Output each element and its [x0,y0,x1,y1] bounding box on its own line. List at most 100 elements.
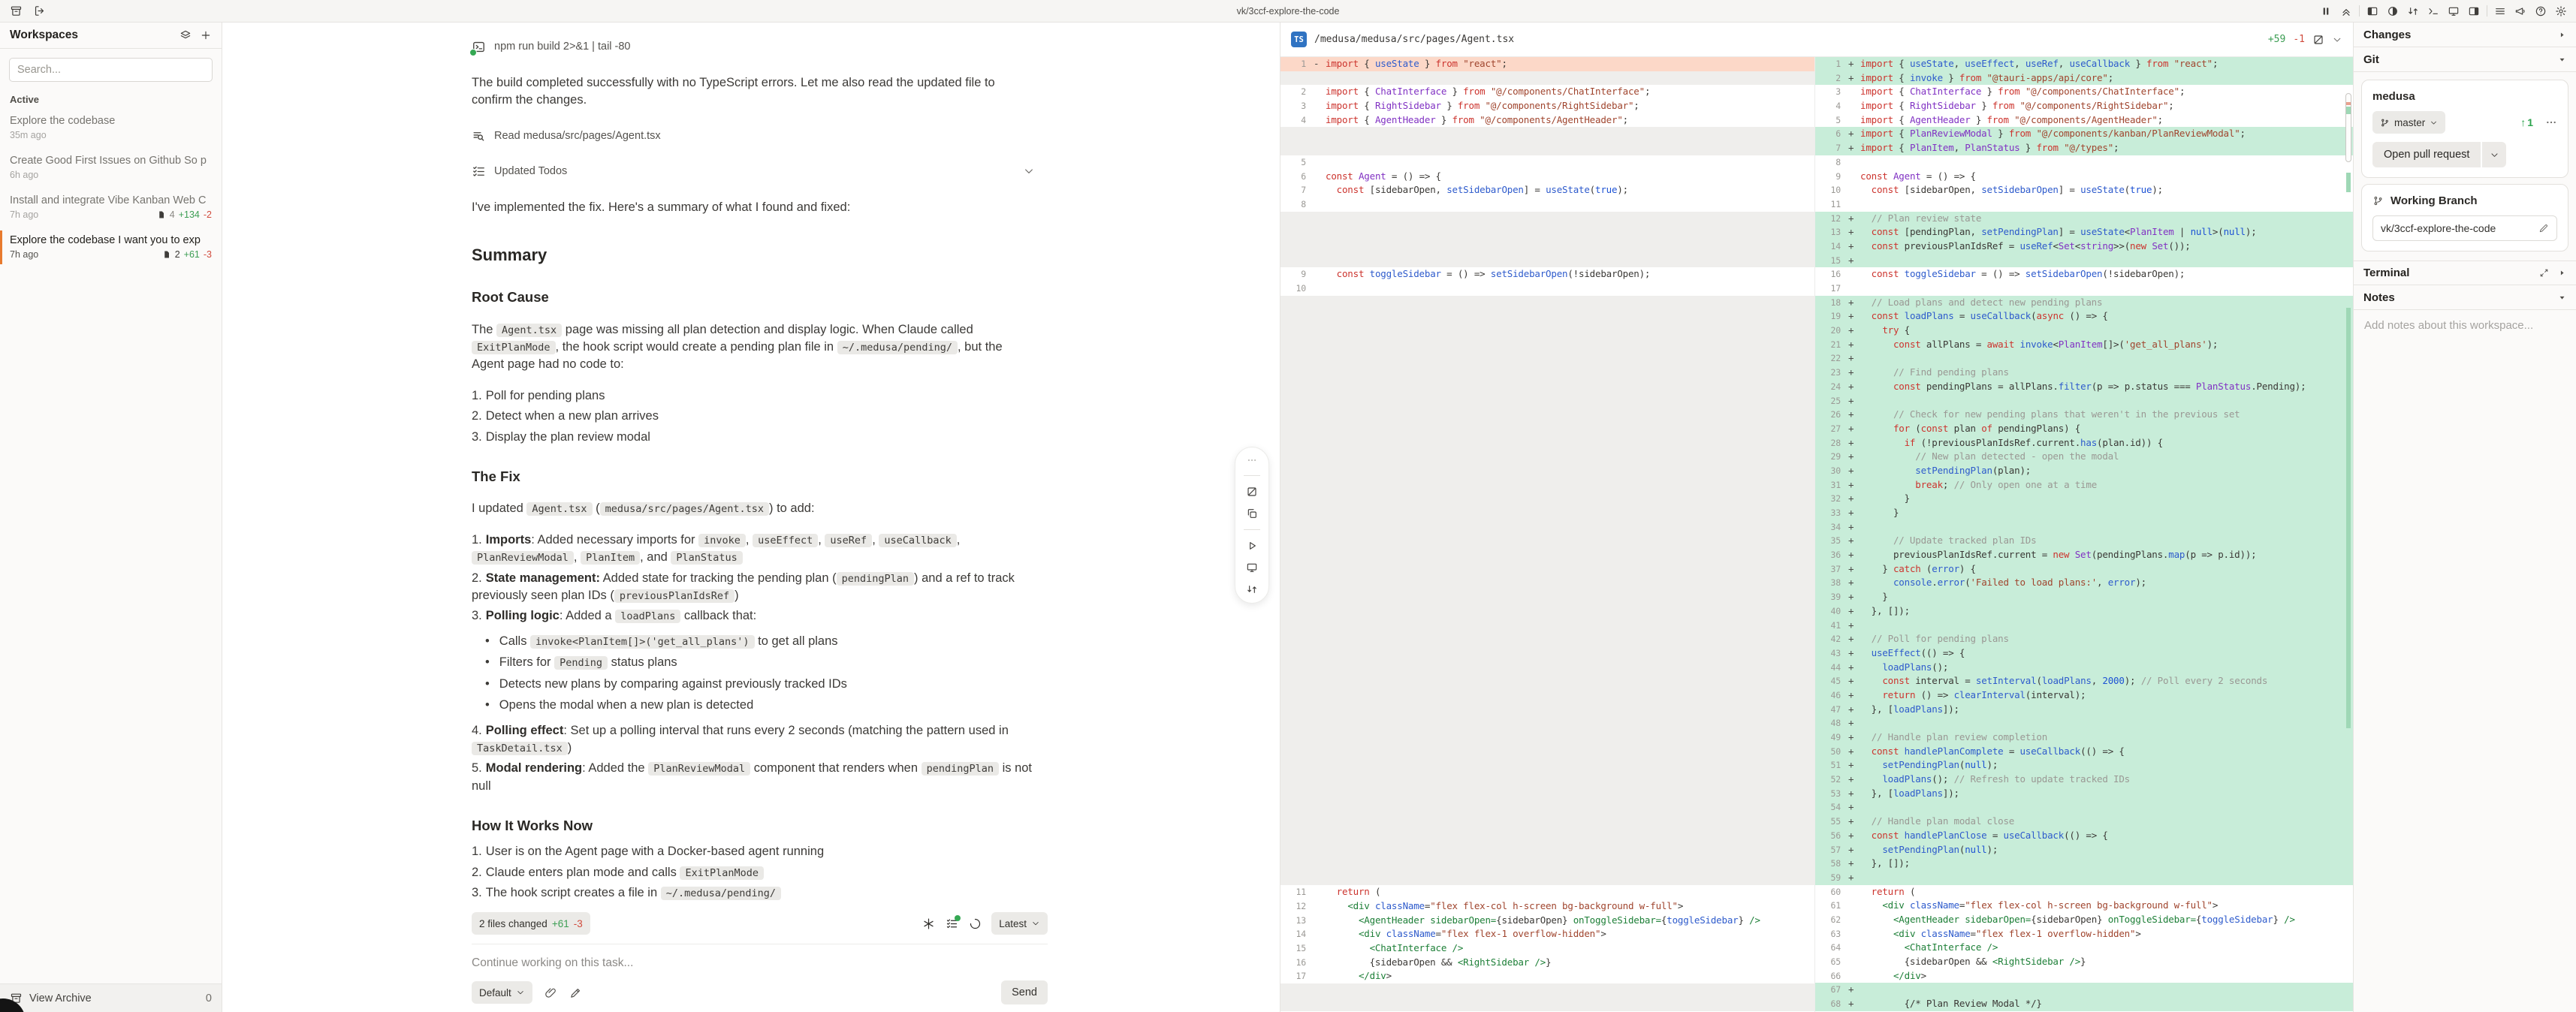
inline-code: invoke<PlanItem[]>('get_all_plans') [530,635,754,649]
chevron-down-icon [516,988,525,997]
diff-file-header[interactable]: TS /medusa/medusa/src/pages/Agent.tsx +5… [1280,23,2353,57]
version-label: Latest [999,918,1027,929]
annotate-pen-icon[interactable] [569,986,582,999]
tool-call-row[interactable]: Updated Todos [472,164,1035,179]
inline-code: ~/.medusa/pending/ [661,887,781,900]
diff-row: 44+ loadPlans(); [1815,661,2353,675]
diff-row: 3 import { ChatInterface } from "@/compo… [1815,85,2353,99]
workspace-item[interactable]: Explore the codebase I want you to exp7h… [0,227,222,267]
workspace-item[interactable]: Explore the codebase35m ago [0,108,222,148]
menu-icon[interactable] [2494,5,2506,17]
view-archive-label: View Archive [29,992,92,1004]
spinner-icon[interactable] [969,917,982,930]
view-archive-button[interactable]: View Archive 0 [0,983,222,1012]
tool-call-row[interactable]: Read medusa/src/pages/Agent.tsx [472,128,1035,144]
diff-row: 9 const toggleSidebar = () => setSidebar… [1280,267,1814,282]
chat-heading: Summary [472,243,1035,267]
send-button[interactable]: Send [1001,980,1048,1004]
additions-count: +61 [552,918,569,929]
settings-icon[interactable] [2555,5,2567,17]
diff-row: 7+import { PlanItem, PlanStatus } from "… [1815,141,2353,155]
announcements-icon[interactable] [2514,5,2526,17]
workspaces-title: Workspaces [10,29,78,42]
diff-row: 1+import { useState, useEffect, useRef, … [1815,57,2353,71]
version-dropdown[interactable]: Latest [991,912,1048,935]
list-item: 3.Display the plan review modal [472,429,1035,446]
message-input[interactable]: Continue working on this task... [472,944,1048,977]
diff-spacer [1280,983,1814,1011]
collapse-all-icon[interactable] [2340,5,2352,17]
inline-diff-toggle-icon[interactable] [2312,34,2324,46]
active-section-label: Active [0,86,222,108]
diff-row: 54+ [1815,800,2353,815]
workspace-item[interactable]: Create Good First Issues on Github So p6… [0,148,222,188]
changes-section-header[interactable]: Changes [2354,23,2576,47]
play-icon[interactable] [1246,540,1258,552]
ruler-deletion-mark [2346,102,2351,105]
copy-icon[interactable] [1246,508,1258,520]
diff-row: 66 </div> [1815,969,2353,983]
plus-icon[interactable] [200,29,212,41]
chat-scroll-area[interactable]: npm run build 2>&1 | tail -80The build c… [222,23,1280,906]
ruler-addition-mark [2346,107,2351,114]
chevron-down-icon[interactable] [1023,165,1035,177]
inline-diff-icon[interactable] [1246,486,1258,498]
toolbar-divider [1244,529,1260,530]
panel-right-icon[interactable] [2468,5,2480,17]
git-compare-icon[interactable] [1246,583,1258,595]
base-branch-dropdown[interactable]: master [2372,111,2445,134]
git-more-menu-icon[interactable] [2545,116,2557,128]
todos-icon[interactable] [946,917,958,930]
notes-section-header[interactable]: Notes [2354,285,2576,310]
help-icon[interactable] [2535,5,2547,17]
terminal-icon[interactable] [2427,5,2439,17]
diff-row: 14 <div className="flex flex-1 overflow-… [1280,927,1814,941]
preview-icon[interactable] [2448,5,2460,17]
working-branch-field[interactable]: vk/3ccf-explore-the-code [2372,215,2557,241]
workspace-item[interactable]: Install and integrate Vibe Kanban Web C 7… [0,188,222,227]
diff-row: 10 const [sidebarOpen, setSidebarOpen] =… [1815,183,2353,197]
edit-branch-pencil-icon[interactable] [2538,223,2549,233]
layers-icon[interactable] [179,29,192,41]
files-changed-chip[interactable]: 2 files changed +61 -3 [472,912,590,935]
workspace-time: 7h ago [10,209,38,220]
pause-icon[interactable] [2320,5,2332,17]
open-pull-request-button[interactable]: Open pull request [2372,142,2481,167]
git-compare-icon[interactable] [2407,5,2419,17]
titlebar-right-icons [2320,5,2576,17]
collapse-file-chevron-icon[interactable] [2332,35,2342,45]
pull-request-options-caret[interactable] [2482,142,2506,167]
preview-icon[interactable] [1246,562,1258,574]
list-item: 4.Polling effect: Set up a polling inter… [472,722,1035,757]
diff-row: 26+ // Check for new pending plans that … [1815,408,2353,422]
chat-transcript: npm run build 2>&1 | tail -80The build c… [472,39,1035,906]
workspace-title: Install and integrate Vibe Kanban Web C [10,194,212,206]
todos-icon [472,164,486,179]
mode-dropdown[interactable]: Default [472,981,532,1004]
tool-call-row[interactable]: npm run build 2>&1 | tail -80 [472,39,1035,55]
spark-icon[interactable] [922,917,935,930]
diff-row: 5 [1280,155,1814,170]
git-section-header[interactable]: Git [2354,47,2576,72]
list-item: 5.Modal rendering: Added the PlanReviewM… [472,760,1035,795]
workspace-diff-badges: 4+134-2 [157,209,212,220]
notes-input[interactable]: Add notes about this workspace... [2354,310,2576,341]
search-input[interactable] [9,58,213,82]
theme-toggle-icon[interactable] [2387,5,2399,17]
expand-terminal-icon[interactable] [2539,268,2549,278]
diff-row: 14+ const previousPlanIdsRef = useRef<Se… [1815,239,2353,254]
terminal-section-header[interactable]: Terminal [2354,261,2576,285]
archive-icon[interactable] [10,5,23,17]
overflow-dots-icon[interactable] [1247,455,1257,465]
git-branch-icon [2372,195,2384,206]
sign-out-icon[interactable] [33,5,46,17]
inline-code: PlanItem [581,551,640,565]
files-changed-label: 2 files changed [479,918,547,929]
attach-file-icon[interactable] [544,986,557,999]
chat-paragraph: I updated Agent.tsx (medusa/src/pages/Ag… [472,500,1035,517]
notes-label: Notes [2363,291,2395,304]
diff-scrollbar[interactable] [2345,60,2352,1009]
panel-left-icon[interactable] [2366,5,2378,17]
files-count: 2 [175,249,180,260]
diff-row: 12 <div className="flex flex-col h-scree… [1280,899,1814,914]
